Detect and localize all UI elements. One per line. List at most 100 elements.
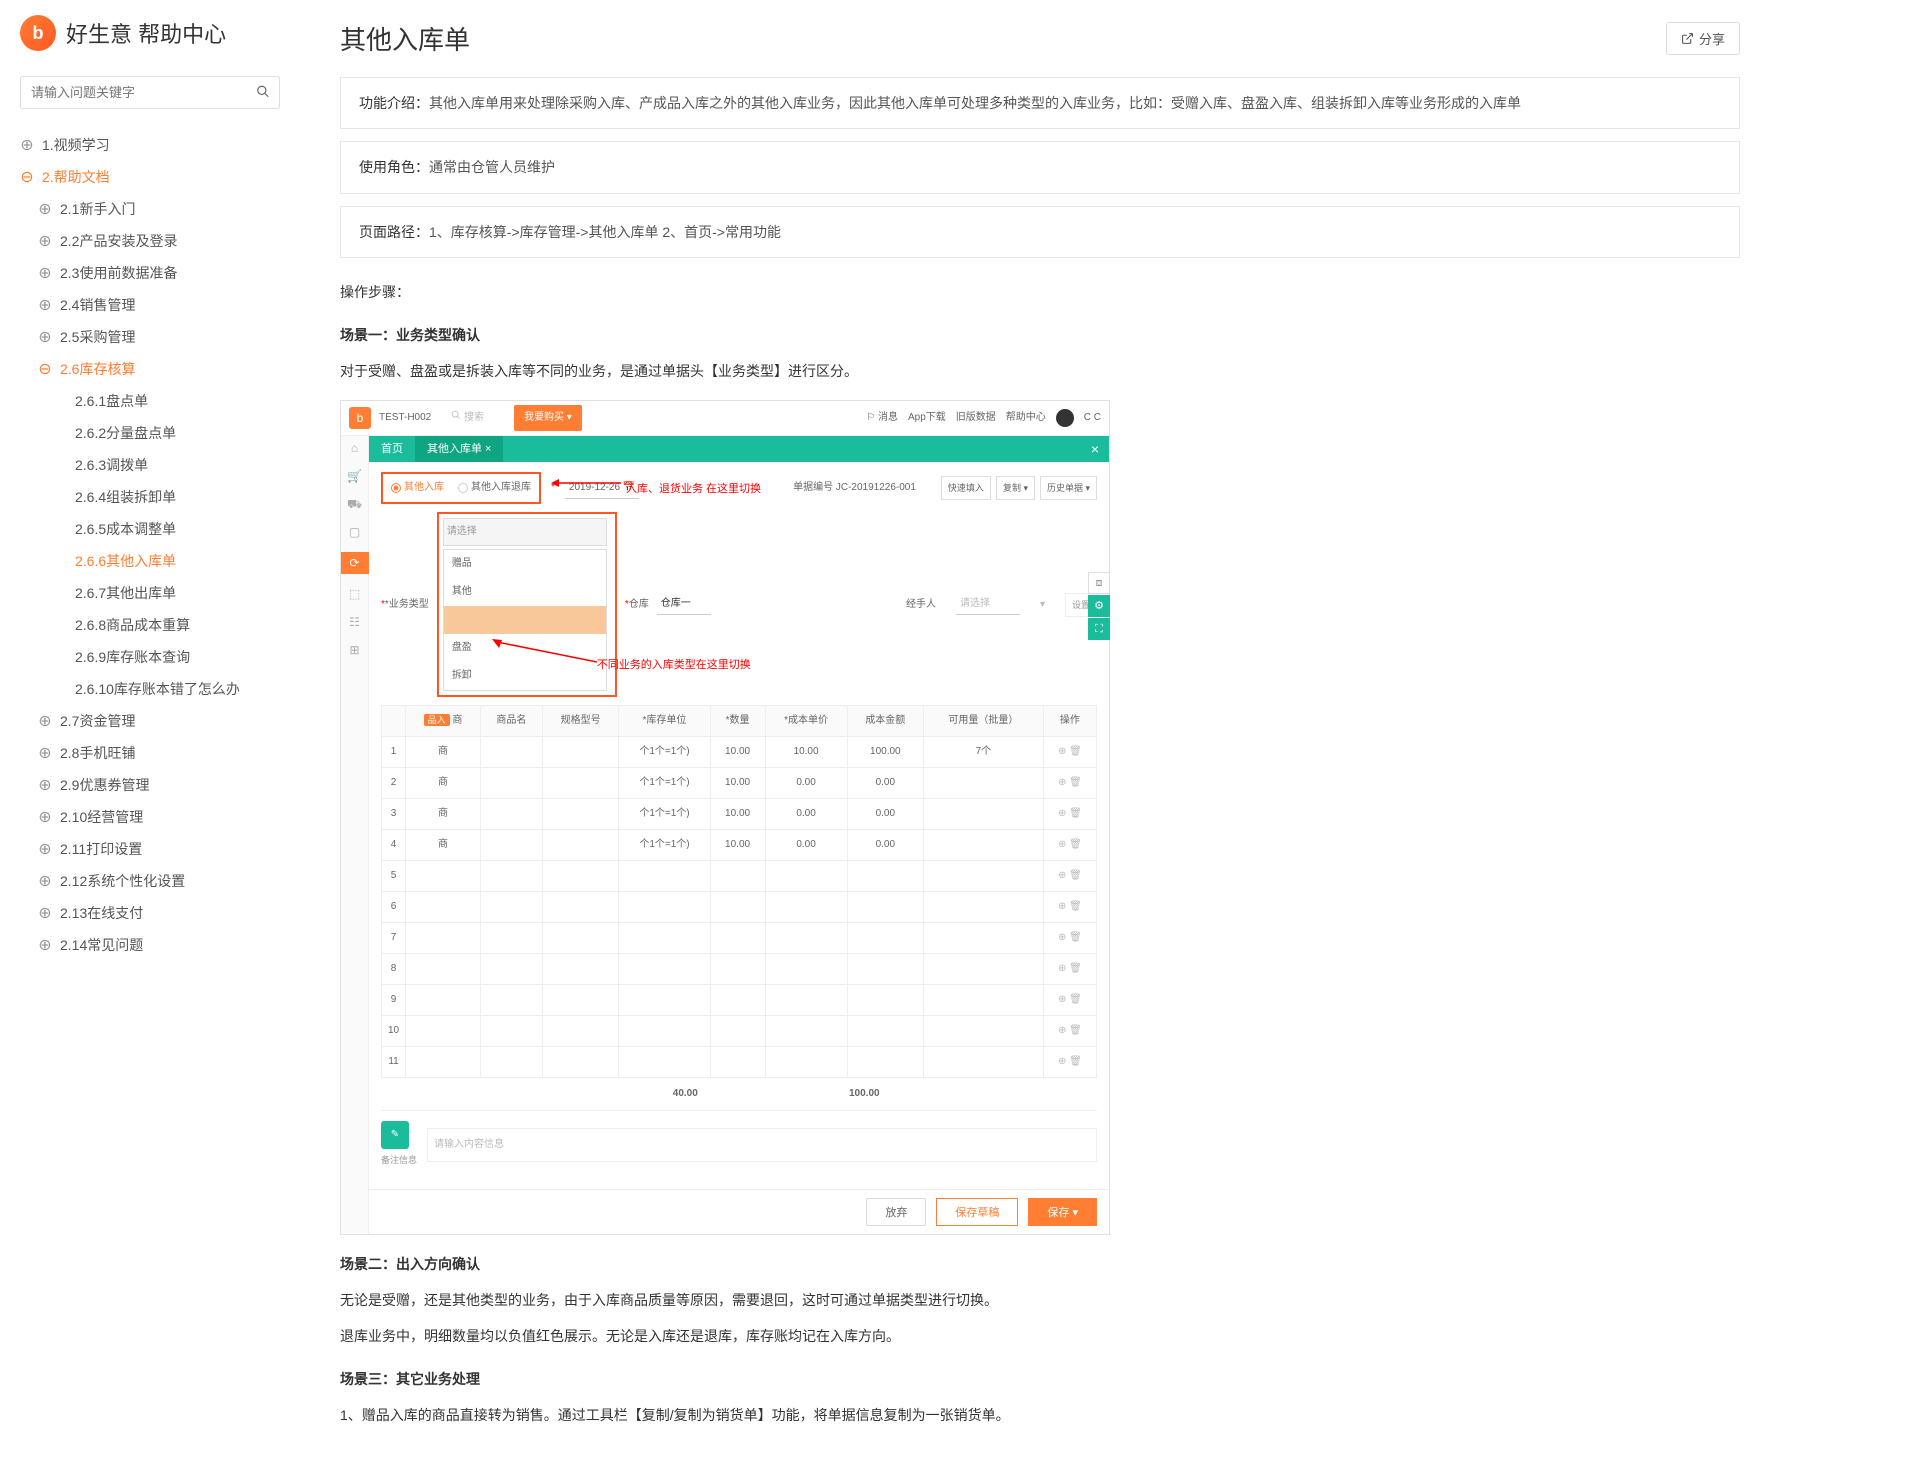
main-content: 其他入库单 分享 功能介绍：其他入库单用来处理除采购入库、产成品入库之外的其他入… [300, 0, 1780, 1457]
ss-table-row-empty[interactable]: 11⊕ 🗑 [382, 1047, 1097, 1078]
nav-item[interactable]: ⊕2.4销售管理 [20, 289, 280, 321]
nav-item[interactable]: 2.6.9库存账本查询 [20, 641, 280, 673]
nav-item[interactable]: ⊕2.14常见问题 [20, 929, 280, 961]
nav-item[interactable]: ⊕2.12系统个性化设置 [20, 865, 280, 897]
ss-tool-button[interactable]: 快速填入 [941, 476, 991, 500]
nav-item[interactable]: ⊖2.6库存核算 [20, 353, 280, 385]
nav-item[interactable]: ⊕1.视频学习 [20, 129, 280, 161]
ss-nav-icon-active[interactable]: ⟳ [341, 552, 369, 574]
nav-item[interactable]: 2.6.3调拨单 [20, 449, 280, 481]
row-actions[interactable]: ⊕ 🗑 [1050, 804, 1090, 824]
ss-table-row-empty[interactable]: 9⊕ 🗑 [382, 985, 1097, 1016]
ss-table-row-empty[interactable]: 7⊕ 🗑 [382, 923, 1097, 954]
ss-float-link-icon[interactable]: ⚙ [1088, 595, 1110, 617]
ss-topbar-link[interactable]: 帮助中心 [1006, 408, 1046, 428]
nav-item[interactable]: 2.6.5成本调整单 [20, 513, 280, 545]
nav-item[interactable]: 2.6.6其他入库单 [20, 545, 280, 577]
embedded-screenshot: b TEST-H002 搜索 我要购买 ▾ ⚐ 消息App下载旧版数据帮助中心C… [340, 400, 1110, 1235]
ss-table-row-empty[interactable]: 6⊕ 🗑 [382, 892, 1097, 923]
ss-avatar-icon[interactable] [1056, 409, 1074, 427]
ss-nav-icon-home[interactable]: ⌂ [347, 440, 363, 456]
ss-warehouse-input[interactable]: 仓库一 [657, 594, 711, 615]
ss-table-row[interactable]: 2商个1个=1个)10.000.000.00⊕ 🗑 [382, 768, 1097, 799]
ss-tab-home[interactable]: 首页 [369, 436, 415, 462]
ss-table-row-empty[interactable]: 5⊕ 🗑 [382, 861, 1097, 892]
search-input[interactable] [20, 76, 280, 109]
ss-footer-button[interactable]: 保存草稿 [936, 1198, 1018, 1226]
nav-item[interactable]: ⊕2.8手机旺铺 [20, 737, 280, 769]
nav-item[interactable]: ⊕2.13在线支付 [20, 897, 280, 929]
nav-item[interactable]: ⊕2.10经营管理 [20, 801, 280, 833]
nav-item[interactable]: ⊕2.5采购管理 [20, 321, 280, 353]
row-actions[interactable]: ⊕ 🗑 [1050, 990, 1090, 1010]
ss-search-input[interactable]: 搜索 [451, 408, 484, 428]
ss-dropdown-item[interactable]: 赠品 [444, 550, 606, 578]
scene1-heading: 场景一：业务类型确认 [340, 321, 1740, 349]
nav-item[interactable]: 2.6.8商品成本重算 [20, 609, 280, 641]
ss-float-scan-icon[interactable]: ⧈ [1088, 572, 1110, 594]
nav-label: 2.11打印设置 [60, 839, 142, 859]
nav-item[interactable]: 2.6.4组装拆卸单 [20, 481, 280, 513]
row-actions[interactable]: ⊕ 🗑 [1050, 897, 1090, 917]
ss-table-row[interactable]: 3商个1个=1个)10.000.000.00⊕ 🗑 [382, 799, 1097, 830]
row-actions[interactable]: ⊕ 🗑 [1050, 773, 1090, 793]
nav-item[interactable]: ⊕2.7资金管理 [20, 705, 280, 737]
ss-tool-button[interactable]: 历史单据 ▾ [1040, 476, 1097, 500]
nav-item[interactable]: ⊕2.1新手入门 [20, 193, 280, 225]
nav-item[interactable]: 2.6.2分量盘点单 [20, 417, 280, 449]
ss-tabs-close-icon[interactable]: × [1081, 435, 1109, 463]
ss-nav-icon-chart[interactable]: ☷ [347, 614, 363, 630]
search-icon[interactable] [256, 84, 270, 101]
ss-table-row-empty[interactable]: 10⊕ 🗑 [382, 1016, 1097, 1047]
nav-item[interactable]: 2.6.10库存账本错了怎么办 [20, 673, 280, 705]
ss-topbar-link[interactable]: 旧版数据 [956, 408, 996, 428]
scene2-desc2: 退库业务中，明细数量均以负值红色展示。无论是入库还是退库，库存账均记在入库方向。 [340, 1322, 1740, 1350]
ss-type-dropdown[interactable]: 请选择 赠品其他 盘盈拆卸 [437, 512, 617, 697]
row-actions[interactable]: ⊕ 🗑 [1050, 928, 1090, 948]
ss-nav-icon-box[interactable]: ▢ [347, 524, 363, 540]
ss-table-header: *库存单位 [619, 706, 710, 737]
ss-remark-input[interactable]: 请输入内容信息 [427, 1128, 1097, 1162]
nav-item[interactable]: 2.6.1盘点单 [20, 385, 280, 417]
nav-item[interactable]: ⊕2.2产品安装及登录 [20, 225, 280, 257]
share-button[interactable]: 分享 [1666, 22, 1740, 55]
row-actions[interactable]: ⊕ 🗑 [1050, 959, 1090, 979]
info-box: 使用角色：通常由仓管人员维护 [340, 141, 1740, 193]
row-actions[interactable]: ⊕ 🗑 [1050, 835, 1090, 855]
ss-buy-button[interactable]: 我要购买 ▾ [514, 405, 582, 431]
ss-topbar-link[interactable]: ⚐ 消息 [866, 408, 898, 428]
ss-nav-icon-cart[interactable]: 🛒 [347, 468, 363, 484]
ss-radio-return[interactable]: 其他入库退库 [458, 478, 531, 498]
ss-dropdown-item[interactable]: 其他 [444, 578, 606, 606]
ss-tool-button[interactable]: 复制 ▾ [996, 476, 1035, 500]
ss-float-expand-icon[interactable]: ⛶ [1088, 618, 1110, 640]
ss-table-row-empty[interactable]: 8⊕ 🗑 [382, 954, 1097, 985]
nav-item[interactable]: 2.6.7其他出库单 [20, 577, 280, 609]
ss-radio-in[interactable]: 其他入库 [391, 478, 444, 498]
ss-topbar-link[interactable]: C C [1084, 408, 1101, 428]
ss-topbar-link[interactable]: App下载 [908, 408, 946, 428]
ss-footer-button[interactable]: 保存 ▾ [1028, 1198, 1097, 1226]
nav-item[interactable]: ⊖2.帮助文档 [20, 161, 280, 193]
ss-table-row[interactable]: 4商个1个=1个)10.000.000.00⊕ 🗑 [382, 830, 1097, 861]
ss-dropdown-item[interactable] [444, 606, 606, 634]
nav-item[interactable]: ⊕2.3使用前数据准备 [20, 257, 280, 289]
ss-footer-button[interactable]: 放弃 [866, 1198, 926, 1226]
nav-item[interactable]: ⊕2.9优惠券管理 [20, 769, 280, 801]
ss-table-row[interactable]: 1商个1个=1个)10.0010.00100.007个⊕ 🗑 [382, 737, 1097, 768]
row-actions[interactable]: ⊕ 🗑 [1050, 866, 1090, 886]
ss-nav-icon-more[interactable]: ⊞ [347, 642, 363, 658]
row-actions[interactable]: ⊕ 🗑 [1050, 1021, 1090, 1041]
nav-label: 1.视频学习 [42, 135, 110, 155]
row-actions[interactable]: ⊕ 🗑 [1050, 1052, 1090, 1072]
ss-nav-icon-wallet[interactable]: ⬚ [347, 586, 363, 602]
ss-radio-group: 其他入库 其他入库退库 [381, 472, 541, 504]
ss-tab-current[interactable]: 其他入库单 × [415, 436, 503, 462]
nav-item[interactable]: ⊕ 2.11打印设置 [20, 833, 280, 865]
ss-table-header: 可用量（批量） [924, 706, 1044, 737]
row-actions[interactable]: ⊕ 🗑 [1050, 742, 1090, 762]
ss-handler-input[interactable]: 请选择 [956, 594, 1020, 615]
ss-caret-icon[interactable]: ▾ [1040, 595, 1045, 615]
ss-nav-icon-truck[interactable]: ⛟ [347, 496, 363, 512]
plus-icon: ⊕ [38, 842, 52, 856]
